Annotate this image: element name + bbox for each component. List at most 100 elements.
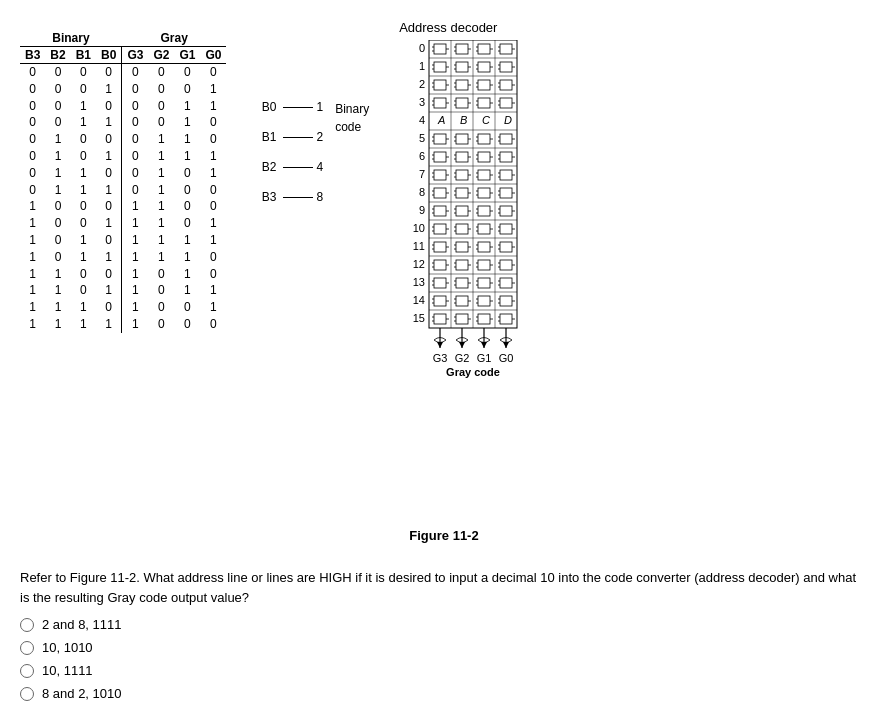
table-cell: 0 [71, 215, 96, 232]
table-cell: 1 [96, 81, 122, 98]
table-cell: 1 [45, 148, 70, 165]
table-cell: 0 [148, 316, 174, 333]
option-d[interactable]: 8 and 2, 1010 [20, 686, 868, 701]
table-cell: 0 [174, 182, 200, 199]
table-cell: 0 [174, 316, 200, 333]
bc-b1-row: B1 2 [256, 130, 323, 144]
table-cell: 1 [148, 182, 174, 199]
table-row: 01100101 [20, 165, 226, 182]
table-cell: 1 [45, 266, 70, 283]
col-g2: G2 [148, 47, 174, 64]
table-cell: 0 [148, 81, 174, 98]
table-cell: 0 [122, 182, 149, 199]
table-cell: 1 [174, 114, 200, 131]
svg-rect-175 [478, 134, 490, 144]
table-cell: 0 [148, 98, 174, 115]
svg-text:13: 13 [413, 276, 425, 288]
main-container: Binary Gray B3 B2 B1 B0 G3 G2 G1 G0 [20, 20, 868, 709]
svg-rect-107 [456, 80, 468, 90]
table-cell: 0 [174, 81, 200, 98]
table-cell: 0 [45, 198, 70, 215]
option-a[interactable]: 2 and 8, 1111 [20, 617, 868, 632]
svg-rect-239 [500, 152, 512, 162]
svg-text:D: D [504, 114, 512, 126]
svg-rect-247 [500, 188, 512, 198]
table-cell: 0 [20, 131, 45, 148]
radio-a[interactable] [20, 618, 34, 632]
table-cell: 0 [122, 98, 149, 115]
code-table: Binary Gray B3 B2 B1 B0 G3 G2 G1 G0 [20, 30, 226, 333]
table-cell: 1 [71, 232, 96, 249]
option-label-a: 2 and 8, 1111 [42, 617, 122, 632]
svg-rect-71 [434, 206, 446, 216]
binary-code-label: Binarycode [335, 100, 369, 136]
table-row: 01110100 [20, 182, 226, 199]
svg-rect-103 [456, 62, 468, 72]
col-g1: G1 [174, 47, 200, 64]
radio-c[interactable] [20, 664, 34, 678]
table-cell: 1 [122, 198, 149, 215]
table-cell: 1 [20, 198, 45, 215]
table-cell: 0 [200, 114, 226, 131]
svg-rect-91 [434, 296, 446, 306]
table-cell: 1 [122, 316, 149, 333]
table-cell: 1 [71, 98, 96, 115]
bc-b3-label: B3 [256, 190, 276, 204]
svg-text:Gray code: Gray code [446, 366, 500, 378]
col-b1: B1 [71, 47, 96, 64]
svg-rect-263 [500, 260, 512, 270]
table-cell: 1 [45, 316, 70, 333]
svg-text:9: 9 [419, 204, 425, 216]
svg-rect-187 [478, 188, 490, 198]
bc-b3-row: B3 8 [256, 190, 323, 204]
table-cell: 0 [45, 98, 70, 115]
svg-text:12: 12 [413, 258, 425, 270]
table-row: 01010111 [20, 148, 226, 165]
table-cell: 0 [45, 114, 70, 131]
svg-rect-75 [434, 224, 446, 234]
svg-rect-199 [478, 242, 490, 252]
table-cell: 0 [20, 165, 45, 182]
table-cell: 0 [148, 114, 174, 131]
addr-decoder-title: Address decoder [399, 20, 497, 35]
table-cell: 1 [174, 266, 200, 283]
svg-rect-47 [434, 80, 446, 90]
decoder-svg-container: 0 1 2 3 4 A [399, 40, 599, 503]
svg-rect-59 [434, 152, 446, 162]
svg-rect-115 [456, 134, 468, 144]
table-cell: 1 [45, 131, 70, 148]
table-row: 00110010 [20, 114, 226, 131]
table-cell: 1 [20, 215, 45, 232]
svg-rect-211 [478, 296, 490, 306]
svg-rect-215 [478, 314, 490, 324]
svg-rect-155 [456, 314, 468, 324]
table-cell: 1 [174, 249, 200, 266]
svg-text:11: 11 [413, 240, 425, 252]
table-cell: 1 [200, 81, 226, 98]
table-cell: 1 [122, 282, 149, 299]
svg-rect-267 [500, 278, 512, 288]
svg-marker-283 [437, 342, 443, 348]
table-row: 11101001 [20, 299, 226, 316]
table-cell: 1 [20, 282, 45, 299]
table-cell: 0 [96, 198, 122, 215]
col-g3: G3 [122, 47, 149, 64]
table-cell: 0 [45, 64, 70, 81]
option-c[interactable]: 10, 1111 [20, 663, 868, 678]
svg-rect-87 [434, 278, 446, 288]
bc-b1-value: 2 [316, 130, 323, 144]
table-cell: 1 [200, 165, 226, 182]
table-cell: 0 [148, 64, 174, 81]
svg-rect-151 [456, 296, 468, 306]
radio-d[interactable] [20, 687, 34, 701]
table-cell: 0 [122, 81, 149, 98]
radio-b[interactable] [20, 641, 34, 655]
svg-rect-99 [456, 44, 468, 54]
bc-b0-label: B0 [256, 100, 276, 114]
svg-text:7: 7 [419, 168, 425, 180]
svg-text:0: 0 [419, 42, 425, 54]
question-section: Refer to Figure 11-2. What address line … [20, 568, 868, 709]
table-cell: 1 [45, 165, 70, 182]
option-b[interactable]: 10, 1010 [20, 640, 868, 655]
svg-text:5: 5 [419, 132, 425, 144]
